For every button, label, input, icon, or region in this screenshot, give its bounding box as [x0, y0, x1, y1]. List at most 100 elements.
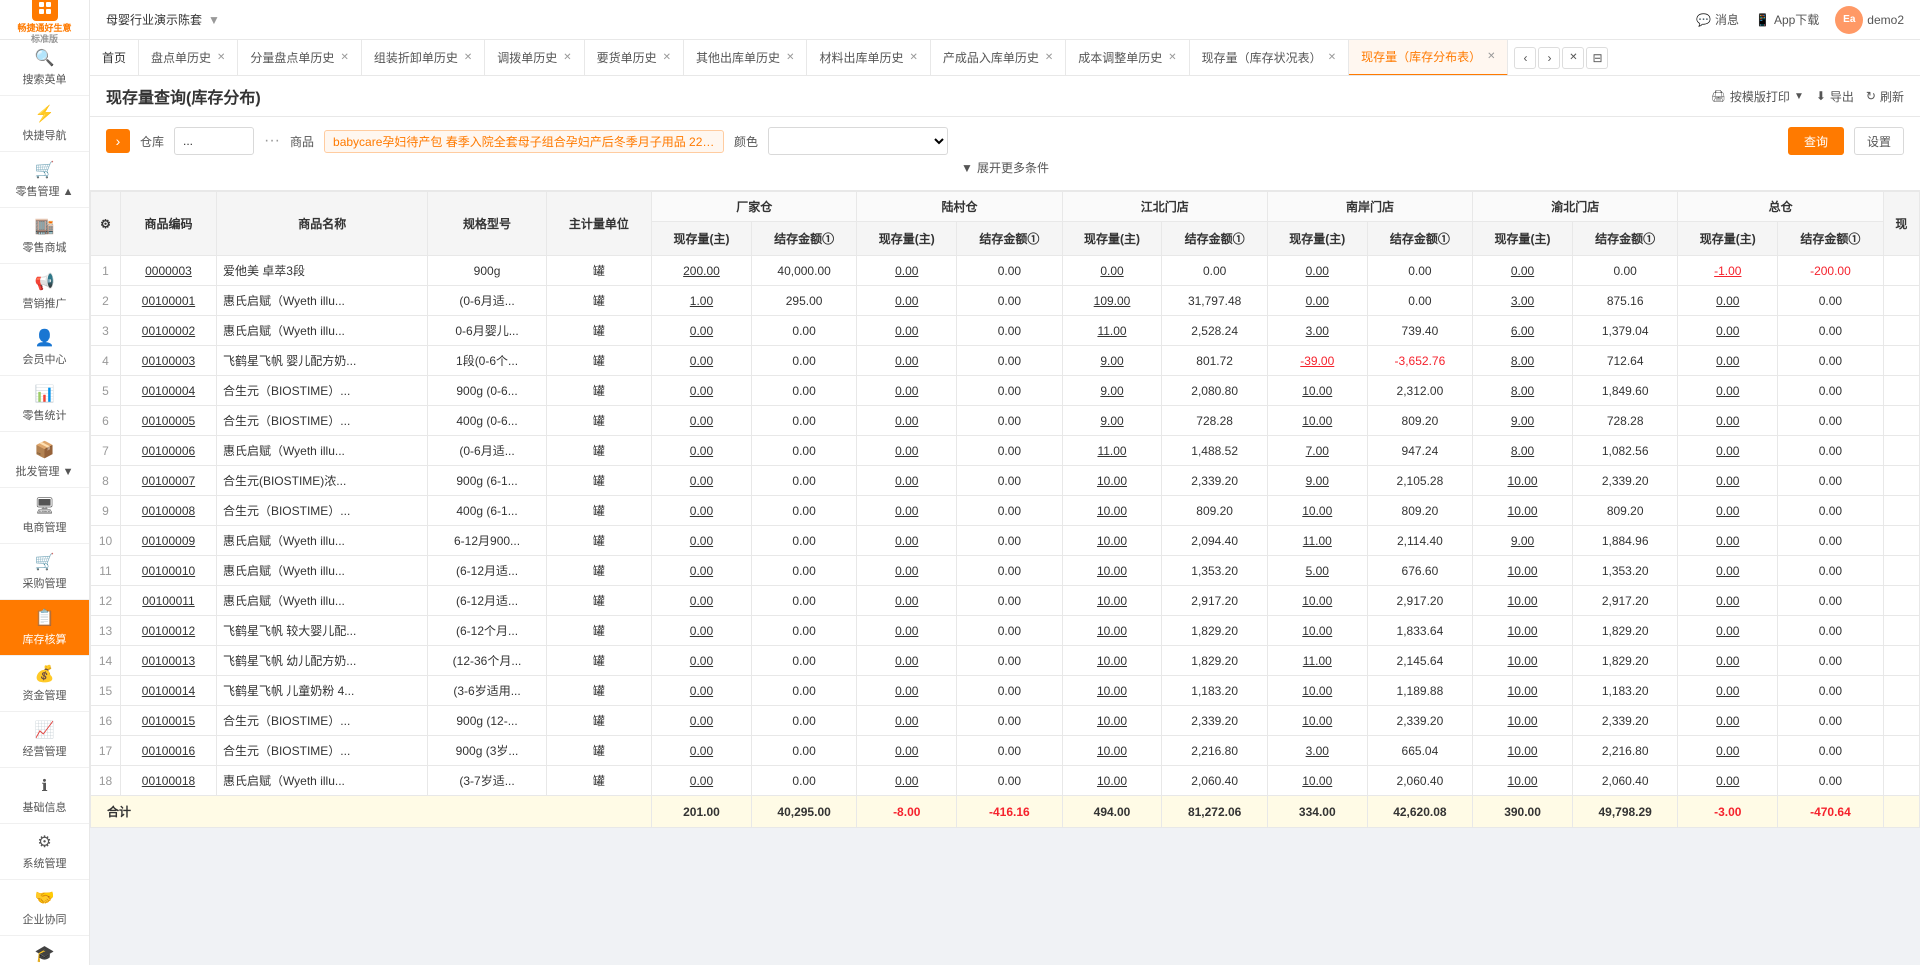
- row-c4-qty[interactable]: 5.00: [1267, 556, 1367, 586]
- sidebar-item-members[interactable]: 👤 会员中心: [0, 320, 89, 376]
- row-total-qty[interactable]: 0.00: [1678, 406, 1778, 436]
- row-c3-qty[interactable]: 10.00: [1062, 586, 1162, 616]
- row-c5-qty[interactable]: 8.00: [1473, 436, 1573, 466]
- row-c5-qty[interactable]: 10.00: [1473, 736, 1573, 766]
- row-code[interactable]: 0000003: [121, 256, 217, 286]
- row-total-qty[interactable]: 0.00: [1678, 706, 1778, 736]
- row-code[interactable]: 00100015: [121, 706, 217, 736]
- row-code[interactable]: 00100001: [121, 286, 217, 316]
- nav-close-all[interactable]: ✕: [1562, 47, 1584, 69]
- row-c5-qty[interactable]: 10.00: [1473, 616, 1573, 646]
- row-c1-qty[interactable]: 1.00: [652, 286, 752, 316]
- row-total-qty[interactable]: -1.00: [1678, 256, 1778, 286]
- row-c4-qty[interactable]: 10.00: [1267, 496, 1367, 526]
- message-btn[interactable]: 💬 消息: [1696, 11, 1739, 28]
- sidebar-item-business[interactable]: 📈 经营管理: [0, 712, 89, 768]
- row-c5-qty[interactable]: 3.00: [1473, 286, 1573, 316]
- row-code[interactable]: 00100002: [121, 316, 217, 346]
- print-btn[interactable]: 🖨 按模版打印 ▼: [1711, 88, 1804, 105]
- sidebar-item-ecom[interactable]: 🖥 电商管理: [0, 488, 89, 544]
- row-total-qty[interactable]: 0.00: [1678, 676, 1778, 706]
- row-code[interactable]: 00100013: [121, 646, 217, 676]
- row-c2-qty[interactable]: 0.00: [857, 316, 957, 346]
- col-settings[interactable]: ⚙: [91, 192, 121, 256]
- row-c1-qty[interactable]: 0.00: [652, 316, 752, 346]
- tab-stock-status[interactable]: 现存量（库存状况表） ✕: [1190, 40, 1349, 76]
- row-c4-qty[interactable]: 10.00: [1267, 676, 1367, 706]
- tab-home[interactable]: 首页: [90, 40, 139, 76]
- sidebar-item-marketing[interactable]: 📢 营销推广: [0, 264, 89, 320]
- row-c1-qty[interactable]: 0.00: [652, 346, 752, 376]
- row-total-qty[interactable]: 0.00: [1678, 376, 1778, 406]
- row-code[interactable]: 00100010: [121, 556, 217, 586]
- row-c2-qty[interactable]: 0.00: [857, 676, 957, 706]
- tab-inventory-check2[interactable]: 分量盘点单历史 ✕: [238, 40, 361, 76]
- close-icon[interactable]: ✕: [340, 52, 348, 63]
- row-c5-qty[interactable]: 10.00: [1473, 466, 1573, 496]
- sidebar-item-wholesale[interactable]: 📦 批发管理 ▼: [0, 432, 89, 488]
- row-c5-qty[interactable]: 8.00: [1473, 346, 1573, 376]
- nav-expand[interactable]: ⊟: [1586, 47, 1608, 69]
- row-c3-qty[interactable]: 11.00: [1062, 316, 1162, 346]
- tab-outstock[interactable]: 其他出库单历史 ✕: [684, 40, 807, 76]
- warehouse-more-icon[interactable]: ···: [264, 132, 280, 150]
- row-code[interactable]: 00100009: [121, 526, 217, 556]
- row-c1-qty[interactable]: 0.00: [652, 466, 752, 496]
- row-c5-qty[interactable]: 10.00: [1473, 496, 1573, 526]
- row-c3-qty[interactable]: 11.00: [1062, 436, 1162, 466]
- row-c4-qty[interactable]: 7.00: [1267, 436, 1367, 466]
- goods-tag[interactable]: babycare孕妇待产包 春季入院全套母子组合孕妇产后冬季月子用品 22件套 …: [324, 130, 724, 153]
- sidebar-item-basic[interactable]: ℹ 基础信息: [0, 768, 89, 824]
- row-c3-qty[interactable]: 109.00: [1062, 286, 1162, 316]
- row-c3-qty[interactable]: 10.00: [1062, 736, 1162, 766]
- row-c5-qty[interactable]: 0.00: [1473, 256, 1573, 286]
- user-avatar[interactable]: Ea demo2: [1835, 6, 1904, 34]
- row-c2-qty[interactable]: 0.00: [857, 406, 957, 436]
- row-c3-qty[interactable]: 10.00: [1062, 706, 1162, 736]
- close-icon[interactable]: ✕: [1328, 52, 1336, 63]
- row-c1-qty[interactable]: 0.00: [652, 616, 752, 646]
- tab-order[interactable]: 要货单历史 ✕: [585, 40, 684, 76]
- row-c4-qty[interactable]: 3.00: [1267, 316, 1367, 346]
- tab-inventory-check[interactable]: 盘点单历史 ✕: [139, 40, 238, 76]
- row-c3-qty[interactable]: 10.00: [1062, 496, 1162, 526]
- row-c2-qty[interactable]: 0.00: [857, 616, 957, 646]
- row-c1-qty[interactable]: 0.00: [652, 406, 752, 436]
- row-c5-qty[interactable]: 8.00: [1473, 376, 1573, 406]
- sidebar-item-retail-stats[interactable]: 📊 零售统计: [0, 376, 89, 432]
- row-c5-qty[interactable]: 10.00: [1473, 646, 1573, 676]
- row-c3-qty[interactable]: 10.00: [1062, 646, 1162, 676]
- sidebar-item-purchase[interactable]: 🛒 采购管理: [0, 544, 89, 600]
- row-c4-qty[interactable]: 10.00: [1267, 376, 1367, 406]
- row-c3-qty[interactable]: 9.00: [1062, 346, 1162, 376]
- nav-prev[interactable]: ‹: [1514, 47, 1536, 69]
- row-c2-qty[interactable]: 0.00: [857, 706, 957, 736]
- row-c1-qty[interactable]: 0.00: [652, 736, 752, 766]
- row-c3-qty[interactable]: 10.00: [1062, 676, 1162, 706]
- row-c3-qty[interactable]: 9.00: [1062, 376, 1162, 406]
- tab-assembly[interactable]: 组装折卸单历史 ✕: [362, 40, 485, 76]
- row-total-qty[interactable]: 0.00: [1678, 586, 1778, 616]
- row-c5-qty[interactable]: 10.00: [1473, 766, 1573, 796]
- row-c1-qty[interactable]: 0.00: [652, 526, 752, 556]
- row-c4-qty[interactable]: 0.00: [1267, 256, 1367, 286]
- row-code[interactable]: 00100018: [121, 766, 217, 796]
- sidebar-item-guide[interactable]: 🎓 新手引导: [0, 936, 89, 965]
- row-total-qty[interactable]: 0.00: [1678, 766, 1778, 796]
- row-c5-qty[interactable]: 10.00: [1473, 586, 1573, 616]
- row-c2-qty[interactable]: 0.00: [857, 526, 957, 556]
- row-c4-qty[interactable]: 10.00: [1267, 616, 1367, 646]
- row-c2-qty[interactable]: 0.00: [857, 376, 957, 406]
- row-c4-qty[interactable]: 10.00: [1267, 766, 1367, 796]
- row-total-qty[interactable]: 0.00: [1678, 286, 1778, 316]
- setting-btn[interactable]: 设置: [1854, 127, 1904, 155]
- row-c2-qty[interactable]: 0.00: [857, 466, 957, 496]
- row-code[interactable]: 00100008: [121, 496, 217, 526]
- nav-next[interactable]: ›: [1538, 47, 1560, 69]
- export-btn[interactable]: ⬇ 导出: [1816, 88, 1854, 105]
- row-code[interactable]: 00100016: [121, 736, 217, 766]
- row-c2-qty[interactable]: 0.00: [857, 346, 957, 376]
- row-c4-qty[interactable]: 11.00: [1267, 646, 1367, 676]
- row-c4-qty[interactable]: 10.00: [1267, 406, 1367, 436]
- row-total-qty[interactable]: 0.00: [1678, 346, 1778, 376]
